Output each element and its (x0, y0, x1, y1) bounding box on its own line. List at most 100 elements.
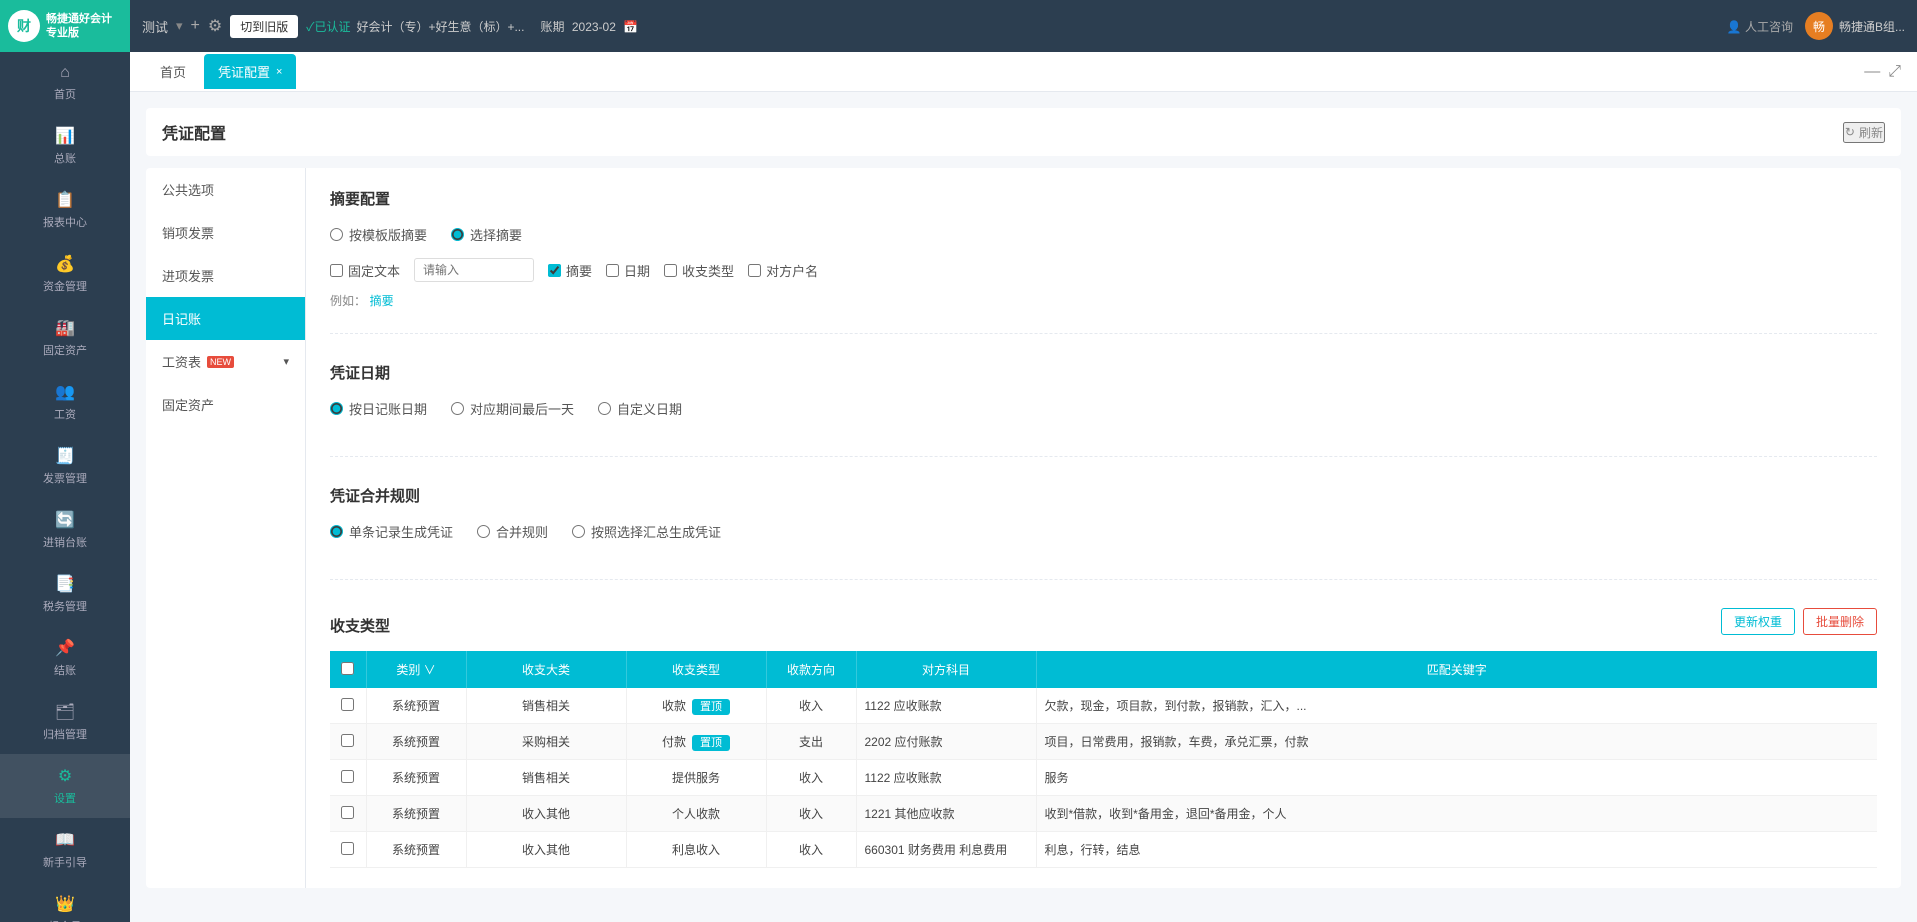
radio-custom-date[interactable]: 自定义日期 (598, 399, 682, 418)
radio-summary-generate[interactable]: 按照选择汇总生成凭证 (572, 522, 721, 541)
cell-checkbox (330, 724, 366, 760)
left-nav-item-进项发票[interactable]: 进项发票 (146, 254, 305, 297)
sidebar-item-工资[interactable]: 👥工资 (0, 370, 130, 434)
cell-checkbox (330, 796, 366, 832)
checkbox-counterparty[interactable]: 对方户名 (748, 261, 818, 280)
update-weight-button[interactable]: 更新权重 (1721, 608, 1795, 635)
table-header: 类别 ∨ 收支大类 收支类型 收款方向 对方科目 匹配关键字 (330, 651, 1877, 688)
sidebar-item-固定资产[interactable]: 🏭固定资产 (0, 306, 130, 370)
voucher-date-radio-group: 按日记账日期 对应期间最后一天 自定义日期 (330, 399, 1877, 418)
table-header-actions: 更新权重 批量删除 (1721, 608, 1877, 635)
reset-badge[interactable]: 置顶 (692, 699, 730, 715)
topbar-settings-icon[interactable]: ⚙ (208, 16, 222, 36)
sidebar-icon: 🏭 (55, 318, 75, 338)
sidebar-item-资金管理[interactable]: 💰资金管理 (0, 242, 130, 306)
topbar-dropdown-icon[interactable]: ▾ (176, 18, 183, 34)
config-layout: 公共选项销项发票进项发票日记账工资表NEW▾固定资产 摘要配置 按模板版摘要 (146, 168, 1901, 888)
topbar-tags: ✓已认证 好会计（专）+好生意（标）+... (306, 18, 524, 35)
left-nav-item-日记账[interactable]: 日记账 (146, 297, 305, 340)
badge-new: NEW (207, 356, 234, 368)
batch-delete-button[interactable]: 批量删除 (1803, 608, 1877, 635)
radio-merge-rule[interactable]: 合并规则 (477, 522, 548, 541)
radio-journal-date[interactable]: 按日记账日期 (330, 399, 427, 418)
fixed-text-input[interactable] (414, 258, 534, 282)
sidebar-item-设置[interactable]: ⚙设置 (0, 754, 130, 818)
sidebar-icon: ⚙ (58, 766, 72, 786)
cell-main-type: 销售相关 (466, 688, 626, 724)
page-title-bar: 凭证配置 ↻ 刷新 (146, 108, 1901, 156)
logo-text: 畅捷通好会计 专业版 (46, 12, 112, 41)
radio-template-summary[interactable]: 按模板版摘要 (330, 225, 427, 244)
sidebar-icon: 🧾 (55, 446, 75, 466)
left-nav-item-销项发票[interactable]: 销项发票 (146, 211, 305, 254)
cell-direction: 收入 (766, 688, 856, 724)
sidebar-item-总账[interactable]: 📊总账 (0, 114, 130, 178)
certified-tag: ✓已认证 (306, 18, 350, 35)
summary-checkbox-row: 固定文本 摘要 日期 (330, 258, 1877, 282)
cell-account: 660301 财务费用 利息费用 (856, 832, 1036, 868)
cell-keywords: 项目，日常费用，报销款，车费，承兑汇票，付款 (1036, 724, 1877, 760)
th-keyword: 匹配关键字 (1036, 651, 1877, 688)
tab-minimize-button[interactable]: — (1864, 63, 1880, 81)
chevron-icon: ▾ (283, 355, 289, 368)
cell-direction: 支出 (766, 724, 856, 760)
sidebar-icon: 📊 (55, 126, 75, 146)
radio-single-record[interactable]: 单条记录生成凭证 (330, 522, 453, 541)
th-type: 收支类型 (626, 651, 766, 688)
cell-account: 1221 其他应收款 (856, 796, 1036, 832)
radio-choose-summary[interactable]: 选择摘要 (451, 225, 522, 244)
sidebar-item-新手引导[interactable]: 📖新手引导 (0, 818, 130, 882)
checkbox-income-type[interactable]: 收支类型 (664, 261, 734, 280)
switch-version-button[interactable]: 切到旧版 (230, 15, 298, 38)
voucher-date-title: 凭证日期 (330, 362, 1877, 383)
table-row: 系统预置 收入其他 个人收款 收入 1221 其他应收款 收到*借款，收到*备用… (330, 796, 1877, 832)
refresh-button[interactable]: ↻ 刷新 (1843, 122, 1885, 143)
user-menu[interactable]: 畅 畅捷通B组... (1805, 12, 1905, 40)
tab-home[interactable]: 首页 (146, 54, 200, 89)
sidebar-icon: 📑 (55, 574, 75, 594)
tab-voucher-config[interactable]: 凭证配置 × (204, 54, 296, 89)
merge-rules-title: 凭证合并规则 (330, 485, 1877, 506)
app-logo: 财 畅捷通好会计 专业版 (0, 0, 130, 52)
checkbox-fixed-text[interactable]: 固定文本 (330, 261, 400, 280)
sidebar-item-税务管理[interactable]: 📑税务管理 (0, 562, 130, 626)
left-nav-item-工资表[interactable]: 工资表NEW▾ (146, 340, 305, 383)
left-nav-item-固定资产[interactable]: 固定资产 (146, 383, 305, 426)
th-direction: 收款方向 (766, 651, 856, 688)
sidebar-item-归档管理[interactable]: 🗂归档管理 (0, 690, 130, 754)
sidebar-icon: 🔄 (55, 510, 75, 530)
tab-close-icon[interactable]: × (276, 66, 282, 78)
cell-checkbox (330, 832, 366, 868)
topbar: 测试 ▾ + ⚙ 切到旧版 ✓已认证 好会计（专）+好生意（标）+... 账期 … (130, 0, 1917, 52)
sidebar-item-发票管理[interactable]: 🧾发票管理 (0, 434, 130, 498)
reset-badge[interactable]: 置顶 (692, 735, 730, 751)
customer-service-button[interactable]: 👤 人工咨询 (1727, 18, 1793, 35)
th-category[interactable]: 类别 ∨ (366, 651, 466, 688)
table-body: 系统预置 销售相关 收款置顶 收入 1122 应收账款 欠款，现金，项目款，到付… (330, 688, 1877, 868)
topbar-add-button[interactable]: + (191, 17, 200, 35)
sidebar-item-报表中心[interactable]: 📋报表中心 (0, 178, 130, 242)
tab-maximize-button[interactable]: ⤢ (1888, 63, 1901, 81)
cell-checkbox (330, 688, 366, 724)
sidebar-item-进销台账[interactable]: 🔄进销台账 (0, 498, 130, 562)
cell-keywords: 欠款，现金，项目款，到付款，报销款，汇入，... (1036, 688, 1877, 724)
checkbox-date[interactable]: 日期 (606, 261, 650, 280)
cell-direction: 收入 (766, 760, 856, 796)
cell-category: 系统预置 (366, 832, 466, 868)
cell-main-type: 销售相关 (466, 760, 626, 796)
radio-period-last-day[interactable]: 对应期间最后一天 (451, 399, 574, 418)
left-nav-item-公共选项[interactable]: 公共选项 (146, 168, 305, 211)
cell-account: 1122 应收账款 (856, 688, 1036, 724)
page-title: 凭证配置 (162, 120, 226, 144)
select-all-checkbox[interactable] (341, 662, 354, 675)
cell-category: 系统预置 (366, 688, 466, 724)
cell-type: 收款置顶 (626, 688, 766, 724)
sidebar-icon: 💰 (55, 254, 75, 274)
sidebar-item-首页[interactable]: ⌂首页 (0, 52, 130, 114)
sidebar-item-畅会员[interactable]: 👑畅会员 (0, 882, 130, 922)
content-wrapper: 首页 凭证配置 × — ⤢ 凭证配置 ↻ 刷新 公 (130, 52, 1917, 922)
table-row: 系统预置 销售相关 收款置顶 收入 1122 应收账款 欠款，现金，项目款，到付… (330, 688, 1877, 724)
checkbox-summary[interactable]: 摘要 (548, 261, 592, 280)
sidebar-item-结账[interactable]: 📌结账 (0, 626, 130, 690)
logo-icon: 财 (8, 10, 40, 42)
